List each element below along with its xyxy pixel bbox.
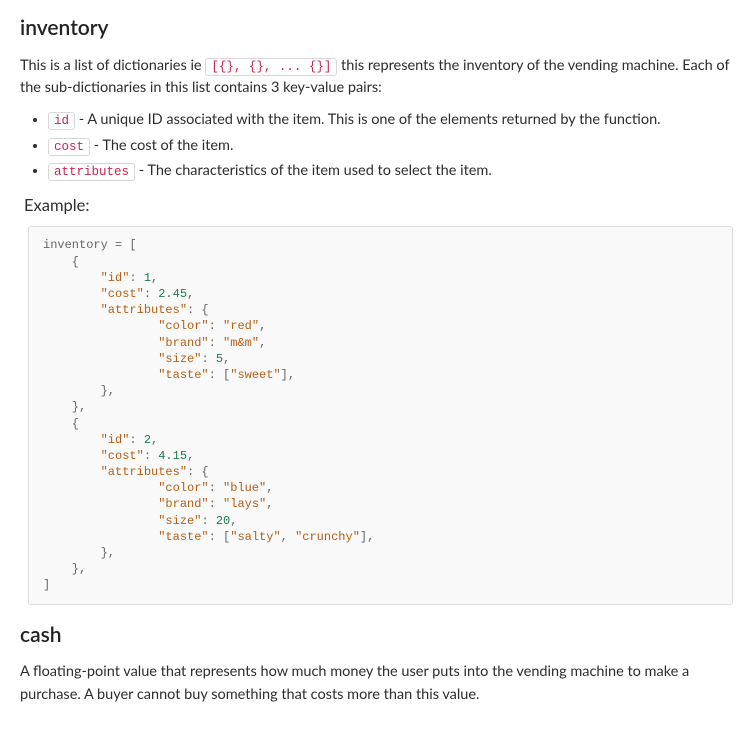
param-desc-id: - A unique ID associated with the item. … [75, 111, 661, 128]
param-item-id: id - A unique ID associated with the ite… [48, 109, 733, 131]
param-item-attributes: attributes - The characteristics of the … [48, 160, 733, 182]
example-label: Example: [24, 193, 733, 219]
cash-body: A floating-point value that represents h… [20, 661, 733, 706]
param-code-attributes: attributes [48, 163, 135, 181]
code-example: inventory = [ { "id": 1, "cost": 2.45, "… [28, 226, 733, 604]
param-code-cost: cost [48, 138, 90, 156]
param-desc-attributes: - The characteristics of the item used t… [135, 162, 492, 179]
inventory-intro: This is a list of dictionaries ie [{}, {… [20, 55, 733, 100]
inventory-heading: inventory [20, 12, 733, 45]
param-list: id - A unique ID associated with the ite… [20, 109, 733, 182]
cash-heading: cash [20, 619, 733, 652]
intro-text-pre: This is a list of dictionaries ie [20, 57, 205, 74]
param-item-cost: cost - The cost of the item. [48, 135, 733, 157]
param-code-id: id [48, 112, 75, 130]
param-desc-cost: - The cost of the item. [90, 137, 233, 154]
intro-code: [{}, {}, ... {}] [205, 58, 337, 76]
